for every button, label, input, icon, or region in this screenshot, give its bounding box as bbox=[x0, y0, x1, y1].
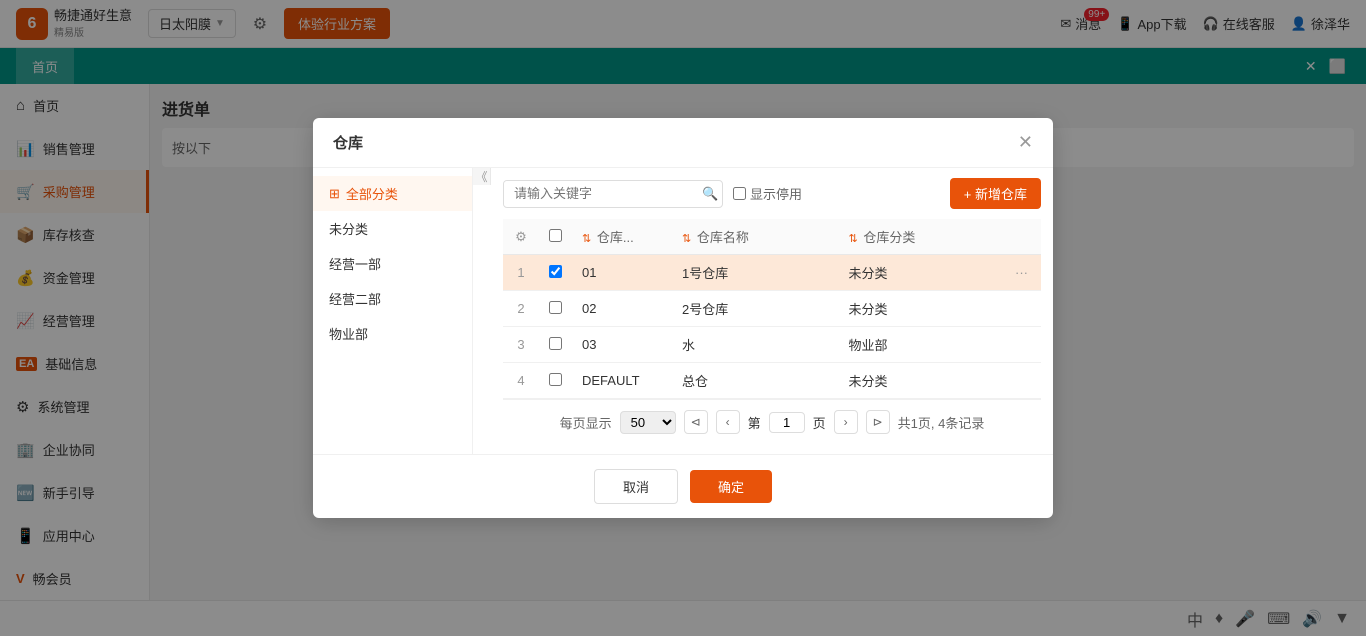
category-all[interactable]: ⊞ 全部分类 bbox=[313, 176, 472, 211]
col-name-label: 仓库名称 bbox=[697, 230, 749, 245]
sort-icon-code: ⇅ bbox=[582, 233, 591, 245]
show-disabled-label: 显示停用 bbox=[750, 184, 802, 203]
modal-body: ⊞ 全部分类 未分类 经营一部 经营二部 物业部 《 bbox=[313, 168, 1053, 454]
row-category: 未分类 bbox=[839, 255, 1006, 291]
row-code: DEFAULT bbox=[572, 363, 672, 399]
add-warehouse-button[interactable]: + 新增仓库 bbox=[950, 178, 1041, 209]
category-property-label: 物业部 bbox=[329, 324, 368, 343]
per-page-select[interactable]: 501020100 bbox=[620, 411, 676, 434]
row-checkbox-cell bbox=[539, 255, 572, 291]
row-actions[interactable] bbox=[1005, 363, 1041, 399]
category-dept1[interactable]: 经营一部 bbox=[313, 246, 472, 281]
modal-overlay: 仓库 ✕ ⊞ 全部分类 未分类 经营一部 经营二部 bbox=[0, 0, 1366, 636]
row-checkbox[interactable] bbox=[549, 337, 562, 350]
row-name: 水 bbox=[672, 327, 839, 363]
row-name: 1号仓库 bbox=[672, 255, 839, 291]
modal-footer: 取消 确定 bbox=[313, 454, 1053, 518]
row-category: 未分类 bbox=[839, 291, 1006, 327]
row-actions[interactable] bbox=[1005, 327, 1041, 363]
per-page-label: 每页显示 bbox=[560, 413, 612, 432]
search-input[interactable] bbox=[504, 181, 694, 206]
row-num: 4 bbox=[503, 363, 539, 399]
modal-title: 仓库 bbox=[333, 132, 363, 153]
category-dept2-label: 经营二部 bbox=[329, 289, 381, 308]
warehouse-modal: 仓库 ✕ ⊞ 全部分类 未分类 经营一部 经营二部 bbox=[313, 118, 1053, 518]
page-number-input[interactable] bbox=[769, 412, 805, 433]
col-category: ⇅ 仓库分类 bbox=[839, 219, 1006, 255]
first-page-button[interactable]: ⊲ bbox=[684, 410, 708, 434]
page-label: 第 bbox=[748, 413, 761, 432]
sort-icon-name: ⇅ bbox=[682, 233, 691, 245]
table-toolbar: 🔍 显示停用 + 新增仓库 bbox=[503, 178, 1041, 209]
row-checkbox-cell bbox=[539, 291, 572, 327]
last-page-button[interactable]: ⊳ bbox=[866, 410, 890, 434]
col-category-label: 仓库分类 bbox=[863, 230, 915, 245]
row-num: 1 bbox=[503, 255, 539, 291]
col-code-label: 仓库... bbox=[597, 230, 634, 245]
row-num: 3 bbox=[503, 327, 539, 363]
show-disabled-checkbox[interactable] bbox=[733, 187, 746, 200]
search-input-wrap: 🔍 bbox=[503, 180, 723, 208]
row-code: 02 bbox=[572, 291, 672, 327]
row-code: 03 bbox=[572, 327, 672, 363]
col-name: ⇅ 仓库名称 bbox=[672, 219, 839, 255]
col-checkbox bbox=[539, 219, 572, 255]
collapse-panel-button[interactable]: 《 bbox=[473, 168, 491, 185]
category-dept2[interactable]: 经营二部 bbox=[313, 281, 472, 316]
total-info: 共1页, 4条记录 bbox=[898, 413, 985, 432]
select-all-checkbox[interactable] bbox=[549, 229, 562, 242]
search-icon[interactable]: 🔍 bbox=[694, 181, 723, 207]
category-panel: ⊞ 全部分类 未分类 经营一部 经营二部 物业部 bbox=[313, 168, 473, 454]
grid-icon: ⊞ bbox=[329, 186, 340, 202]
col-actions bbox=[1005, 219, 1041, 255]
table-row[interactable]: 1 01 1号仓库 未分类 ··· bbox=[503, 255, 1041, 291]
row-checkbox[interactable] bbox=[549, 373, 562, 386]
row-checkbox-cell bbox=[539, 363, 572, 399]
confirm-button[interactable]: 确定 bbox=[690, 470, 772, 503]
row-name: 2号仓库 bbox=[672, 291, 839, 327]
warehouse-table: ⚙ ⇅ 仓库... ⇅ 仓库名称 bbox=[503, 219, 1041, 399]
row-category: 未分类 bbox=[839, 363, 1006, 399]
sort-icon-category: ⇅ bbox=[849, 233, 858, 245]
row-actions[interactable] bbox=[1005, 291, 1041, 327]
table-container: ⚙ ⇅ 仓库... ⇅ 仓库名称 bbox=[503, 219, 1041, 399]
category-dept1-label: 经营一部 bbox=[329, 254, 381, 273]
table-header-row: ⚙ ⇅ 仓库... ⇅ 仓库名称 bbox=[503, 219, 1041, 255]
modal-header: 仓库 ✕ bbox=[313, 118, 1053, 168]
col-gear[interactable]: ⚙ bbox=[503, 219, 539, 255]
row-category: 物业部 bbox=[839, 327, 1006, 363]
table-row[interactable]: 2 02 2号仓库 未分类 bbox=[503, 291, 1041, 327]
row-checkbox[interactable] bbox=[549, 265, 562, 278]
page-suffix: 页 bbox=[813, 413, 826, 432]
row-actions[interactable]: ··· bbox=[1005, 255, 1041, 291]
next-page-button[interactable]: › bbox=[834, 410, 858, 434]
prev-page-button[interactable]: ‹ bbox=[716, 410, 740, 434]
table-panel: 🔍 显示停用 + 新增仓库 ⚙ bbox=[491, 168, 1053, 454]
row-num: 2 bbox=[503, 291, 539, 327]
row-code: 01 bbox=[572, 255, 672, 291]
row-checkbox-cell bbox=[539, 327, 572, 363]
row-name: 总仓 bbox=[672, 363, 839, 399]
pagination: 每页显示 501020100 ⊲ ‹ 第 页 › ⊳ 共1页, 4条记录 bbox=[503, 399, 1041, 444]
table-row[interactable]: 3 03 水 物业部 bbox=[503, 327, 1041, 363]
category-unclassified-label: 未分类 bbox=[329, 219, 368, 238]
category-property[interactable]: 物业部 bbox=[313, 316, 472, 351]
row-checkbox[interactable] bbox=[549, 301, 562, 314]
table-row[interactable]: 4 DEFAULT 总仓 未分类 bbox=[503, 363, 1041, 399]
show-disabled-wrap: 显示停用 bbox=[733, 184, 802, 203]
col-code: ⇅ 仓库... bbox=[572, 219, 672, 255]
category-all-label: 全部分类 bbox=[346, 184, 398, 203]
modal-close-button[interactable]: ✕ bbox=[1018, 132, 1033, 153]
category-unclassified[interactable]: 未分类 bbox=[313, 211, 472, 246]
cancel-button[interactable]: 取消 bbox=[594, 469, 678, 504]
